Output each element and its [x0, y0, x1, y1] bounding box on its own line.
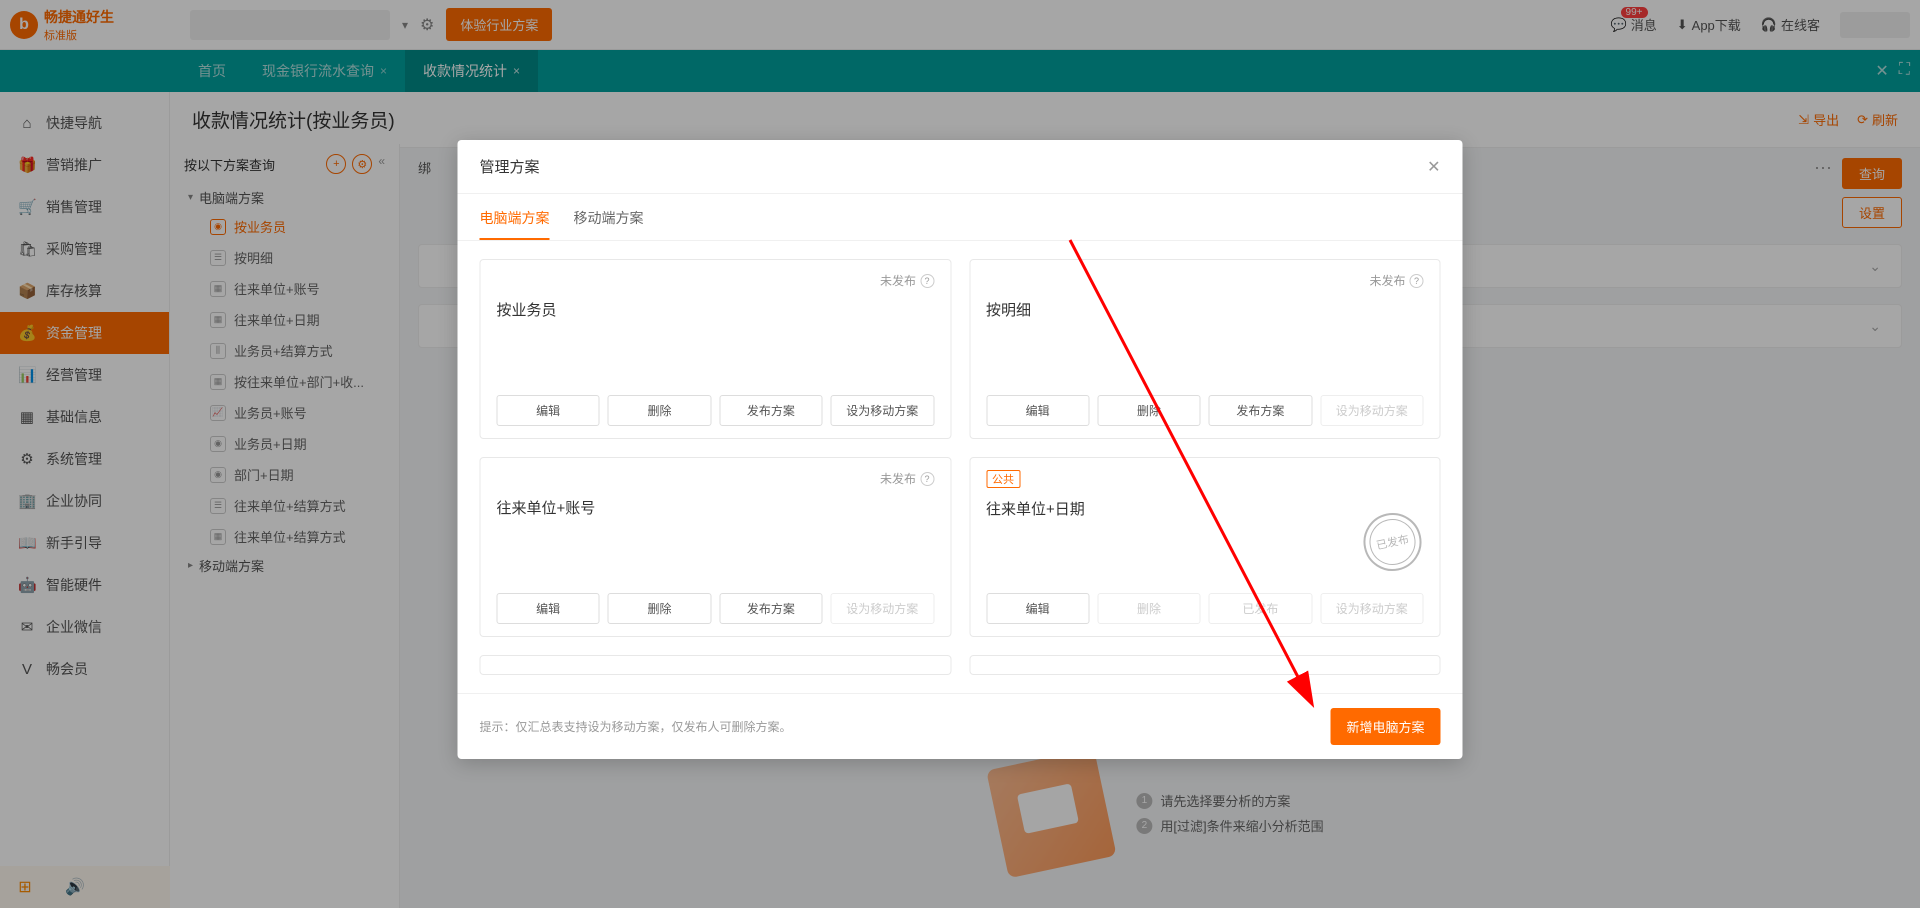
manage-scheme-modal: 管理方案 ✕ 电脑端方案 移动端方案 未发布? 按业务员 编辑 删除 发布方案 …: [458, 140, 1463, 759]
delete-button[interactable]: 删除: [608, 395, 711, 426]
card-title: 按业务员: [497, 299, 935, 320]
publish-button[interactable]: 发布方案: [719, 395, 822, 426]
modal-body: 未发布? 按业务员 编辑 删除 发布方案 设为移动方案 未发布? 按明细 编辑 …: [458, 241, 1463, 693]
modal-hint: 提示：仅汇总表支持设为移动方案，仅发布人可删除方案。: [480, 718, 792, 735]
public-tag: 公共: [986, 470, 1020, 488]
scheme-card: 未发布? 按明细 编辑 删除 发布方案 设为移动方案: [969, 259, 1441, 439]
scheme-card-peek: [480, 655, 952, 675]
modal-close-button[interactable]: ✕: [1427, 157, 1440, 177]
published-button: 已发布: [1209, 593, 1312, 624]
modal-tabs: 电脑端方案 移动端方案: [458, 194, 1463, 241]
publish-button[interactable]: 发布方案: [1209, 395, 1312, 426]
scheme-card: 未发布? 按业务员 编辑 删除 发布方案 设为移动方案: [480, 259, 952, 439]
edit-button[interactable]: 编辑: [497, 395, 600, 426]
edit-button[interactable]: 编辑: [497, 593, 600, 624]
help-icon[interactable]: ?: [920, 274, 934, 288]
delete-button: 删除: [1097, 593, 1200, 624]
modal-footer: 提示：仅汇总表支持设为移动方案，仅发布人可删除方案。 新增电脑方案: [458, 693, 1463, 759]
delete-button[interactable]: 删除: [1097, 395, 1200, 426]
card-title: 往来单位+账号: [497, 497, 935, 518]
card-title: 按明细: [986, 299, 1424, 320]
scheme-card: 公共 往来单位+日期 已发布 编辑 删除 已发布 设为移动方案: [969, 457, 1441, 637]
modal-tab-pc[interactable]: 电脑端方案: [480, 208, 550, 240]
set-mobile-button: 设为移动方案: [831, 593, 934, 624]
help-icon[interactable]: ?: [920, 472, 934, 486]
card-title: 往来单位+日期: [986, 498, 1424, 519]
modal-tab-mobile[interactable]: 移动端方案: [574, 208, 644, 240]
modal-title: 管理方案: [480, 156, 540, 177]
publish-button[interactable]: 发布方案: [719, 593, 822, 624]
edit-button[interactable]: 编辑: [986, 593, 1089, 624]
scheme-card-peek: [969, 655, 1441, 675]
add-pc-scheme-button[interactable]: 新增电脑方案: [1330, 708, 1440, 745]
delete-button[interactable]: 删除: [608, 593, 711, 624]
scheme-card: 未发布? 往来单位+账号 编辑 删除 发布方案 设为移动方案: [480, 457, 952, 637]
modal-header: 管理方案 ✕: [458, 140, 1463, 194]
help-icon[interactable]: ?: [1410, 274, 1424, 288]
edit-button[interactable]: 编辑: [986, 395, 1089, 426]
set-mobile-button: 设为移动方案: [1320, 593, 1423, 624]
set-mobile-button: 设为移动方案: [1320, 395, 1423, 426]
set-mobile-button[interactable]: 设为移动方案: [831, 395, 934, 426]
